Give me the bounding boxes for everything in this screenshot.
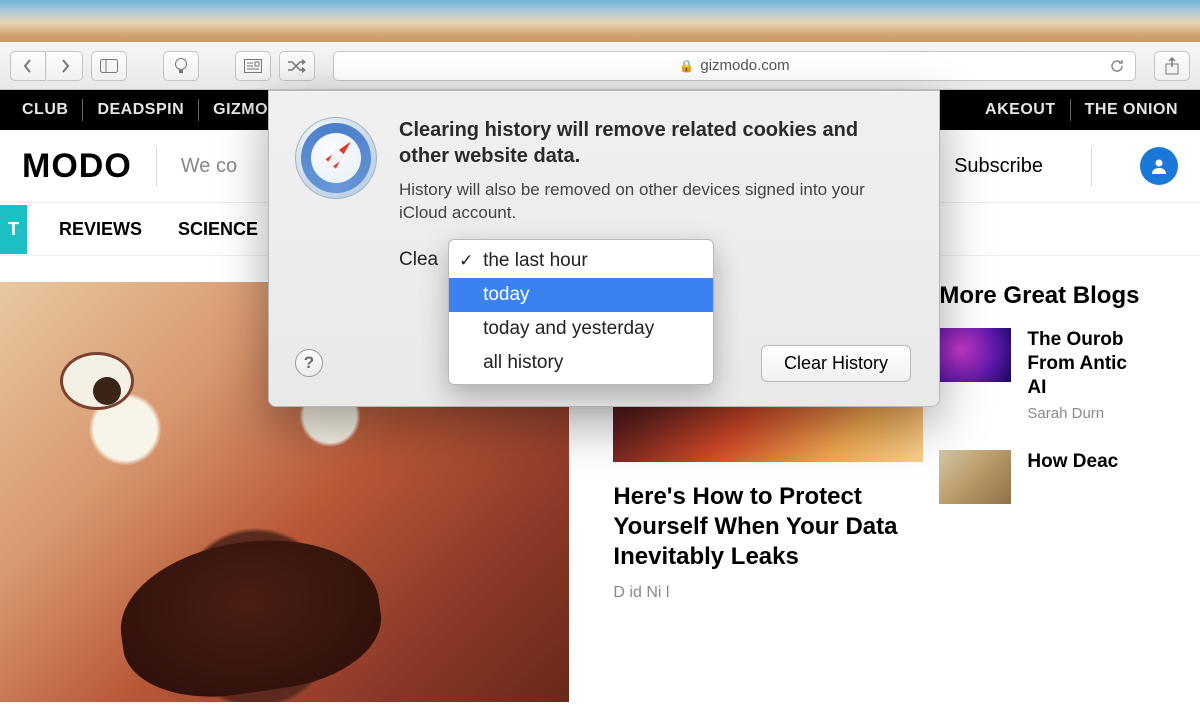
dialog-subtitle: History will also be removed on other de…	[399, 179, 911, 225]
dialog-title: Clearing history will remove related coo…	[399, 117, 911, 169]
blog-author: Sarah Durn	[1027, 405, 1127, 422]
blog-item[interactable]: How Deac	[939, 450, 1200, 504]
help-button[interactable]: ?	[295, 349, 323, 377]
tab-science[interactable]: SCIENCE	[174, 219, 262, 240]
reload-button[interactable]	[1109, 58, 1125, 74]
dropdown-option-today[interactable]: today	[449, 278, 713, 312]
clear-history-button[interactable]: Clear History	[761, 345, 911, 382]
dropdown-option-last-hour[interactable]: ✓ the last hour	[449, 244, 713, 278]
site-logo[interactable]: MODO	[22, 147, 132, 186]
tab-active[interactable]: T	[0, 205, 27, 254]
back-button[interactable]	[10, 51, 46, 81]
forward-button[interactable]	[47, 51, 83, 81]
lock-icon: 🔒	[679, 59, 694, 73]
network-link[interactable]: CLUB	[8, 101, 82, 119]
sidebar-toggle-button[interactable]	[91, 51, 127, 81]
dropdown-menu: ✓ the last hour today today and yesterda…	[448, 239, 714, 385]
browser-toolbar: 🔒 gizmodo.com	[0, 42, 1200, 90]
divider	[156, 146, 157, 186]
blog-item[interactable]: The Ourob From Antic AI Sarah Durn	[939, 328, 1200, 422]
dropdown-option-today-yesterday[interactable]: today and yesterday	[449, 312, 713, 346]
tips-button[interactable]	[163, 51, 199, 81]
shuffle-button[interactable]	[279, 51, 315, 81]
check-icon: ✓	[459, 251, 473, 271]
divider	[1091, 146, 1092, 186]
blog-thumb	[939, 328, 1011, 382]
clear-range-label: Clea	[399, 243, 438, 271]
article-headline[interactable]: Here's How to Protect Yourself When Your…	[613, 482, 909, 572]
tab-reviews[interactable]: REVIEWS	[55, 219, 146, 240]
address-text: gizmodo.com	[700, 57, 789, 74]
tagline: We co	[181, 155, 237, 178]
blog-title: How Deac	[1027, 450, 1118, 474]
blog-title: The Ourob From Antic AI	[1027, 328, 1127, 399]
address-bar[interactable]: 🔒 gizmodo.com	[333, 51, 1136, 81]
subscribe-link[interactable]: Subscribe	[954, 155, 1043, 178]
user-icon[interactable]	[1140, 147, 1178, 185]
desktop-wallpaper	[0, 0, 1200, 42]
share-button[interactable]	[1154, 51, 1190, 81]
sidebar-heading: More Great Blogs	[939, 282, 1200, 310]
article-byline: D id Ni l	[613, 584, 909, 602]
network-link[interactable]: THE ONION	[1071, 101, 1192, 119]
reader-button[interactable]	[235, 51, 271, 81]
clear-history-dialog: Clearing history will remove related coo…	[268, 90, 940, 407]
network-link[interactable]: AKEOUT	[971, 101, 1070, 119]
safari-icon	[295, 117, 377, 199]
network-link[interactable]: DEADSPIN	[83, 101, 198, 119]
blog-thumb	[939, 450, 1011, 504]
dropdown-option-all-history[interactable]: all history	[449, 346, 713, 380]
